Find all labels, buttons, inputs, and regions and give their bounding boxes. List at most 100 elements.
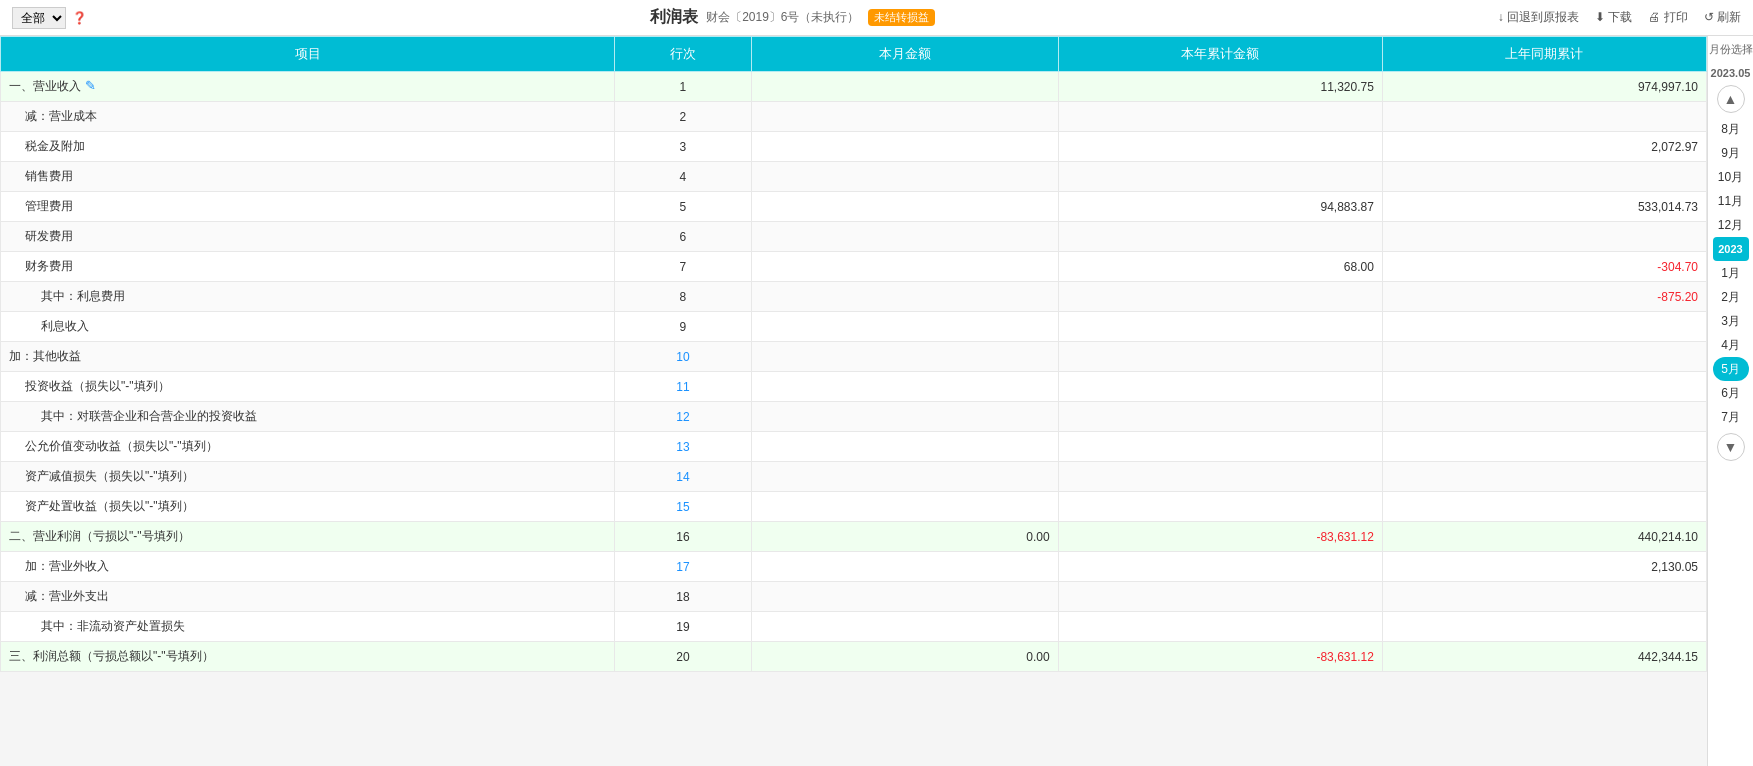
col-header-year: 本年累计金额 [1058, 37, 1382, 72]
prev-amount-cell: 2,072.97 [1382, 132, 1706, 162]
sidebar-month-item[interactable]: 10月 [1713, 165, 1749, 189]
table-row: 税金及附加32,072.97 [1, 132, 1707, 162]
month-amount-cell [751, 312, 1058, 342]
table-row: 资产减值损失（损失以"-"填列）14 [1, 462, 1707, 492]
year-amount-cell [1058, 432, 1382, 462]
row-number-cell[interactable]: 10 [615, 342, 751, 372]
page-title: 利润表 [650, 7, 698, 28]
month-amount-cell [751, 402, 1058, 432]
item-cell: 销售费用 [1, 162, 615, 192]
edit-icon[interactable]: ✎ [85, 78, 96, 93]
year-amount-cell [1058, 612, 1382, 642]
year-amount-cell [1058, 102, 1382, 132]
item-cell: 一、营业收入✎ [1, 72, 615, 102]
month-amount-cell [751, 552, 1058, 582]
sidebar-month-item[interactable]: 5月 [1713, 357, 1749, 381]
table-row: 其中：对联营企业和合营企业的投资收益12 [1, 402, 1707, 432]
sidebar-title: 月份选择 [1709, 42, 1753, 57]
item-cell: 其中：利息费用 [1, 282, 615, 312]
table-row: 资产处置收益（损失以"-"填列）15 [1, 492, 1707, 522]
row-number-cell[interactable]: 15 [615, 492, 751, 522]
sidebar-month-item[interactable]: 9月 [1713, 141, 1749, 165]
row-number-cell: 20 [615, 642, 751, 672]
table-row: 利息收入9 [1, 312, 1707, 342]
table-row: 管理费用594,883.87533,014.73 [1, 192, 1707, 222]
row-number-cell[interactable]: 13 [615, 432, 751, 462]
scroll-up-arrow[interactable]: ▲ [1717, 85, 1745, 113]
prev-amount-cell [1382, 612, 1706, 642]
back-button[interactable]: ↓ 回退到原报表 [1498, 9, 1579, 26]
item-cell: 税金及附加 [1, 132, 615, 162]
month-amount-cell [751, 282, 1058, 312]
item-cell: 利息收入 [1, 312, 615, 342]
sidebar-month-item[interactable]: 2023 [1713, 237, 1749, 261]
month-amount-cell [751, 72, 1058, 102]
sidebar-month-item[interactable]: 4月 [1713, 333, 1749, 357]
sidebar-month-item[interactable]: 11月 [1713, 189, 1749, 213]
table-row: 减：营业成本2 [1, 102, 1707, 132]
item-cell: 减：营业成本 [1, 102, 615, 132]
item-cell: 资产减值损失（损失以"-"填列） [1, 462, 615, 492]
month-amount-cell [751, 462, 1058, 492]
year-amount-cell [1058, 462, 1382, 492]
help-icon[interactable]: ❓ [72, 11, 87, 25]
month-amount-cell [751, 132, 1058, 162]
item-cell: 其中：对联营企业和合营企业的投资收益 [1, 402, 615, 432]
month-amount-cell [751, 612, 1058, 642]
prev-amount-cell: -304.70 [1382, 252, 1706, 282]
row-number-cell[interactable]: 17 [615, 552, 751, 582]
col-header-row: 行次 [615, 37, 751, 72]
top-bar-center: 利润表 财会〔2019〕6号（未执行） 未结转损益 [650, 7, 934, 28]
prev-amount-cell: 974,997.10 [1382, 72, 1706, 102]
prev-amount-cell [1382, 432, 1706, 462]
row-number-cell: 1 [615, 72, 751, 102]
row-number-cell[interactable]: 14 [615, 462, 751, 492]
sidebar-month-item[interactable]: 3月 [1713, 309, 1749, 333]
sidebar-year: 2023.05 [1711, 67, 1751, 79]
row-number-cell: 4 [615, 162, 751, 192]
table-row: 二、营业利润（亏损以"-"号填列）160.00-83,631.12440,214… [1, 522, 1707, 552]
download-button[interactable]: ⬇ 下载 [1595, 9, 1632, 26]
table-row: 销售费用4 [1, 162, 1707, 192]
year-amount-cell [1058, 372, 1382, 402]
item-cell: 其中：非流动资产处置损失 [1, 612, 615, 642]
col-header-prev: 上年同期累计 [1382, 37, 1706, 72]
item-cell: 管理费用 [1, 192, 615, 222]
item-cell: 研发费用 [1, 222, 615, 252]
month-amount-cell [751, 192, 1058, 222]
row-number-cell: 9 [615, 312, 751, 342]
month-amount-cell [751, 342, 1058, 372]
row-number-cell: 6 [615, 222, 751, 252]
table-row: 其中：利息费用8-875.20 [1, 282, 1707, 312]
month-amount-cell [751, 252, 1058, 282]
sidebar-month-item[interactable]: 6月 [1713, 381, 1749, 405]
print-button[interactable]: 🖨 打印 [1648, 9, 1687, 26]
prev-amount-cell [1382, 102, 1706, 132]
item-cell: 财务费用 [1, 252, 615, 282]
year-amount-cell [1058, 222, 1382, 252]
sidebar-month-item[interactable]: 8月 [1713, 117, 1749, 141]
table-row: 公允价值变动收益（损失以"-"填列）13 [1, 432, 1707, 462]
row-number-cell[interactable]: 11 [615, 372, 751, 402]
month-amount-cell [751, 582, 1058, 612]
prev-amount-cell [1382, 222, 1706, 252]
item-cell: 三、利润总额（亏损总额以"-"号填列） [1, 642, 615, 672]
scope-dropdown[interactable]: 全部 [12, 7, 66, 29]
prev-amount-cell: 440,214.10 [1382, 522, 1706, 552]
year-amount-cell [1058, 582, 1382, 612]
year-amount-cell [1058, 342, 1382, 372]
table-row: 投资收益（损失以"-"填列）11 [1, 372, 1707, 402]
sidebar-month-item[interactable]: 12月 [1713, 213, 1749, 237]
status-badge: 未结转损益 [868, 9, 935, 26]
month-amount-cell: 0.00 [751, 642, 1058, 672]
sidebar-month-item[interactable]: 1月 [1713, 261, 1749, 285]
row-number-cell: 5 [615, 192, 751, 222]
sidebar-month-item[interactable]: 7月 [1713, 405, 1749, 429]
scroll-down-arrow[interactable]: ▼ [1717, 433, 1745, 461]
sidebar-month-item[interactable]: 2月 [1713, 285, 1749, 309]
refresh-button[interactable]: ↺ 刷新 [1704, 9, 1741, 26]
row-number-cell: 8 [615, 282, 751, 312]
row-number-cell[interactable]: 12 [615, 402, 751, 432]
month-amount-cell [751, 432, 1058, 462]
table-row: 其中：非流动资产处置损失19 [1, 612, 1707, 642]
